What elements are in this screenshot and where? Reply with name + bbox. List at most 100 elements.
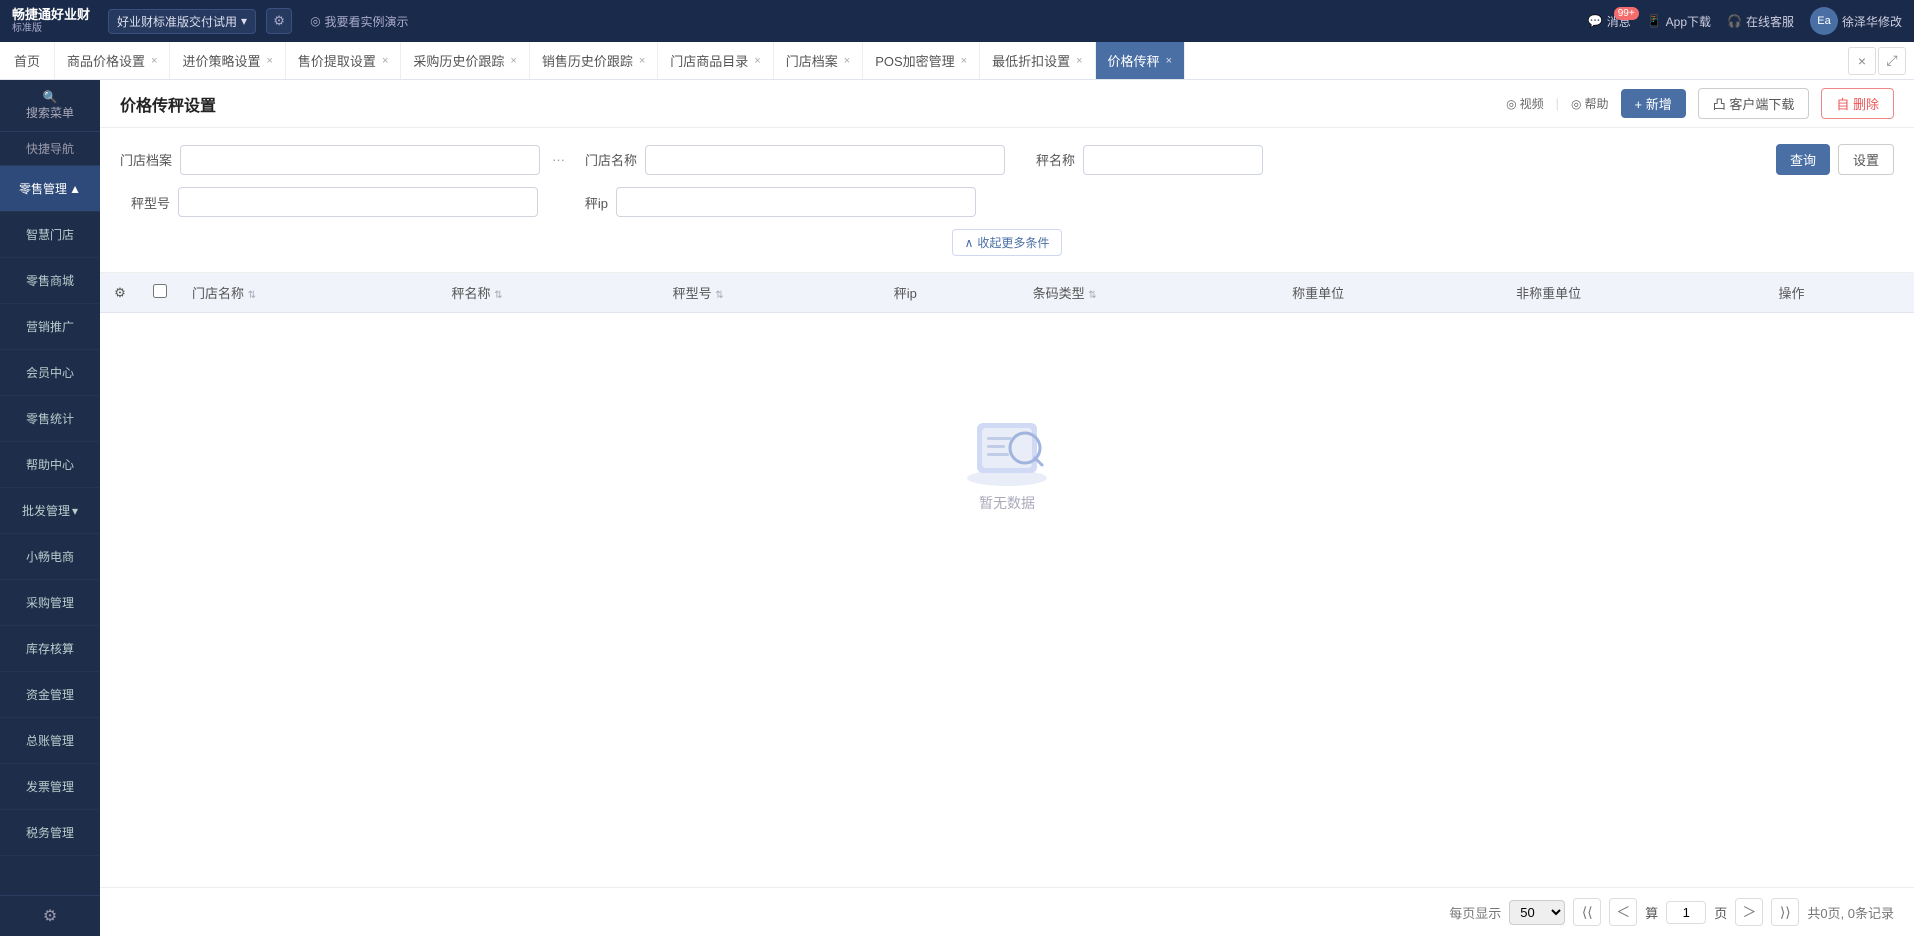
tab-purchase-strategy[interactable]: 进价策略设置 × xyxy=(170,42,285,80)
close-icon[interactable]: × xyxy=(961,55,967,67)
sidebar-item-retail-mall[interactable]: 零售商城 xyxy=(0,258,100,304)
next-page-button[interactable]: ＞ xyxy=(1735,898,1763,926)
close-icon[interactable]: × xyxy=(639,55,645,67)
query-label: 查询 xyxy=(1790,150,1816,169)
sidebar-item-ecommerce[interactable]: 小畅电商 xyxy=(0,534,100,580)
sidebar-item-label: 智慧门店 xyxy=(26,228,74,242)
sidebar-item-retail-stats[interactable]: 零售统计 xyxy=(0,396,100,442)
sidebar-search[interactable]: 🔍 搜索菜单 xyxy=(0,80,100,132)
sidebar-item-purchase[interactable]: 采购管理 xyxy=(0,580,100,626)
close-icon[interactable]: × xyxy=(1166,55,1172,67)
close-icon[interactable]: × xyxy=(1076,55,1082,67)
filter-store-name: 门店名称 xyxy=(585,145,1005,175)
th-settings[interactable]: ⚙ xyxy=(100,273,140,313)
sidebar-item-member[interactable]: 会员中心 xyxy=(0,350,100,396)
first-page-button[interactable]: ⟨⟨ xyxy=(1573,898,1601,926)
app-download-button[interactable]: 📱 App下载 xyxy=(1647,13,1711,30)
search-label: 搜索菜单 xyxy=(8,104,92,121)
help-label: 帮助 xyxy=(1585,95,1609,112)
messages-button[interactable]: 💬 消息 99+ xyxy=(1588,13,1631,30)
query-button[interactable]: 查询 xyxy=(1776,144,1830,175)
delete-label: 自 删除 xyxy=(1836,94,1879,113)
chevron-down-icon: ▾ xyxy=(72,504,78,518)
filter-settings-button[interactable]: 设置 xyxy=(1838,144,1894,175)
th-store-name[interactable]: 门店名称 ⇅ xyxy=(180,273,439,313)
th-scale-name[interactable]: 秤名称 ⇅ xyxy=(439,273,660,313)
sidebar-item-invoice[interactable]: 发票管理 xyxy=(0,764,100,810)
close-icon[interactable]: × xyxy=(844,55,850,67)
avatar: Ea xyxy=(1810,7,1838,35)
close-icon[interactable]: × xyxy=(151,55,157,67)
download-button[interactable]: 凸 客户端下载 xyxy=(1698,88,1810,119)
close-tab-button[interactable]: × xyxy=(1848,47,1876,75)
message-icon: 💬 xyxy=(1588,14,1603,28)
table-area: ⚙ 门店名称 ⇅ 秤名称 ⇅ 秤型号 xyxy=(100,273,1914,887)
store-archive-dots[interactable]: ··· xyxy=(552,152,565,167)
sidebar-item-wholesale[interactable]: 批发管理 ▾ xyxy=(0,488,100,534)
collapse-button[interactable]: ∧ 收起更多条件 xyxy=(952,229,1063,256)
tab-home[interactable]: 首页 xyxy=(0,42,55,80)
store-archive-input[interactable] xyxy=(180,145,540,175)
th-action: 操作 xyxy=(1767,273,1914,313)
tab-sale-extract[interactable]: 售价提取设置 × xyxy=(286,42,401,80)
filter-area: 门店档案 ··· 门店名称 秤名称 查询 设置 xyxy=(100,128,1914,273)
video-link[interactable]: ◎ 视频 xyxy=(1506,95,1544,112)
add-label: + 新增 xyxy=(1635,94,1672,113)
sidebar-item-marketing[interactable]: 营销推广 xyxy=(0,304,100,350)
sidebar-item-label: 会员中心 xyxy=(26,366,74,380)
sidebar-item-retail[interactable]: 零售管理 ▲ xyxy=(0,166,100,212)
close-icon[interactable]: × xyxy=(510,55,516,67)
close-icon[interactable]: × xyxy=(754,55,760,67)
th-scale-model[interactable]: 秤型号 ⇅ xyxy=(661,273,882,313)
page-input[interactable] xyxy=(1666,901,1706,924)
tab-store-archive[interactable]: 门店档案 × xyxy=(774,42,863,80)
user-menu[interactable]: Ea 徐泽华修改 xyxy=(1810,7,1902,35)
sidebar-item-inventory[interactable]: 库存核算 xyxy=(0,626,100,672)
close-icon[interactable]: × xyxy=(382,55,388,67)
tab-sale-history[interactable]: 销售历史价跟踪 × xyxy=(530,42,658,80)
filter-settings-label: 设置 xyxy=(1853,150,1879,169)
scale-name-input[interactable] xyxy=(1083,145,1263,175)
last-page-button[interactable]: ⟩⟩ xyxy=(1771,898,1799,926)
sidebar-item-label: 零售统计 xyxy=(26,412,74,426)
th-store-name-label: 门店名称 xyxy=(192,286,244,301)
prev-page-button[interactable]: ＜ xyxy=(1609,898,1637,926)
logo-sub: 标准版 xyxy=(12,23,42,35)
tab-min-discount[interactable]: 最低折扣设置 × xyxy=(980,42,1095,80)
tab-store-catalog[interactable]: 门店商品目录 × xyxy=(658,42,773,80)
tab-purchase-history[interactable]: 采购历史价跟踪 × xyxy=(401,42,529,80)
online-service-button[interactable]: 🎧 在线客服 xyxy=(1727,13,1794,30)
nav-end: × ⤢ xyxy=(1848,47,1914,75)
expand-tab-button[interactable]: ⤢ xyxy=(1878,47,1906,75)
sort-icon: ⇅ xyxy=(1088,290,1096,301)
sidebar-item-ledger[interactable]: 总账管理 xyxy=(0,718,100,764)
sidebar-item-smart-store[interactable]: 智慧门店 xyxy=(0,212,100,258)
add-button[interactable]: + 新增 xyxy=(1621,89,1686,118)
select-all-checkbox[interactable] xyxy=(153,284,167,298)
help-link[interactable]: ◎ 帮助 xyxy=(1571,95,1609,112)
empty-state: 暂无数据 xyxy=(100,313,1914,593)
delete-button[interactable]: 自 删除 xyxy=(1821,88,1894,119)
sidebar-item-help[interactable]: 帮助中心 xyxy=(0,442,100,488)
version-select[interactable]: 好业财标准版交付试用 ▾ xyxy=(108,9,256,34)
th-barcode-type[interactable]: 条码类型 ⇅ xyxy=(1021,273,1280,313)
store-name-input[interactable] xyxy=(645,145,1005,175)
tab-product-price[interactable]: 商品价格设置 × xyxy=(55,42,170,80)
th-scale-name-label: 秤名称 xyxy=(451,286,490,301)
settings-icon[interactable]: ⚙ xyxy=(266,8,292,34)
chevron-up-icon: ▲ xyxy=(69,182,81,196)
sidebar-gear-icon[interactable]: ⚙ xyxy=(43,908,57,925)
store-name-label: 门店名称 xyxy=(585,150,637,169)
scale-ip-input[interactable] xyxy=(616,187,976,217)
demo-link[interactable]: ◎ 我要看实例演示 xyxy=(310,13,409,30)
demo-label: 我要看实例演示 xyxy=(325,13,409,30)
sidebar-item-finance[interactable]: 资金管理 xyxy=(0,672,100,718)
sidebar-item-tax[interactable]: 税务管理 xyxy=(0,810,100,856)
scale-model-input[interactable] xyxy=(178,187,538,217)
sidebar-quick-nav[interactable]: 快捷导航 xyxy=(0,132,100,166)
per-page-select[interactable]: 10 20 50 100 xyxy=(1509,900,1565,925)
tab-price-scale[interactable]: 价格传秤 × xyxy=(1096,42,1185,80)
tab-pos-encrypt[interactable]: POS加密管理 × xyxy=(863,42,980,80)
close-icon[interactable]: × xyxy=(266,55,272,67)
sidebar: 🔍 搜索菜单 快捷导航 零售管理 ▲ 智慧门店 零售商城 营销推广 会员中心 零… xyxy=(0,80,100,936)
